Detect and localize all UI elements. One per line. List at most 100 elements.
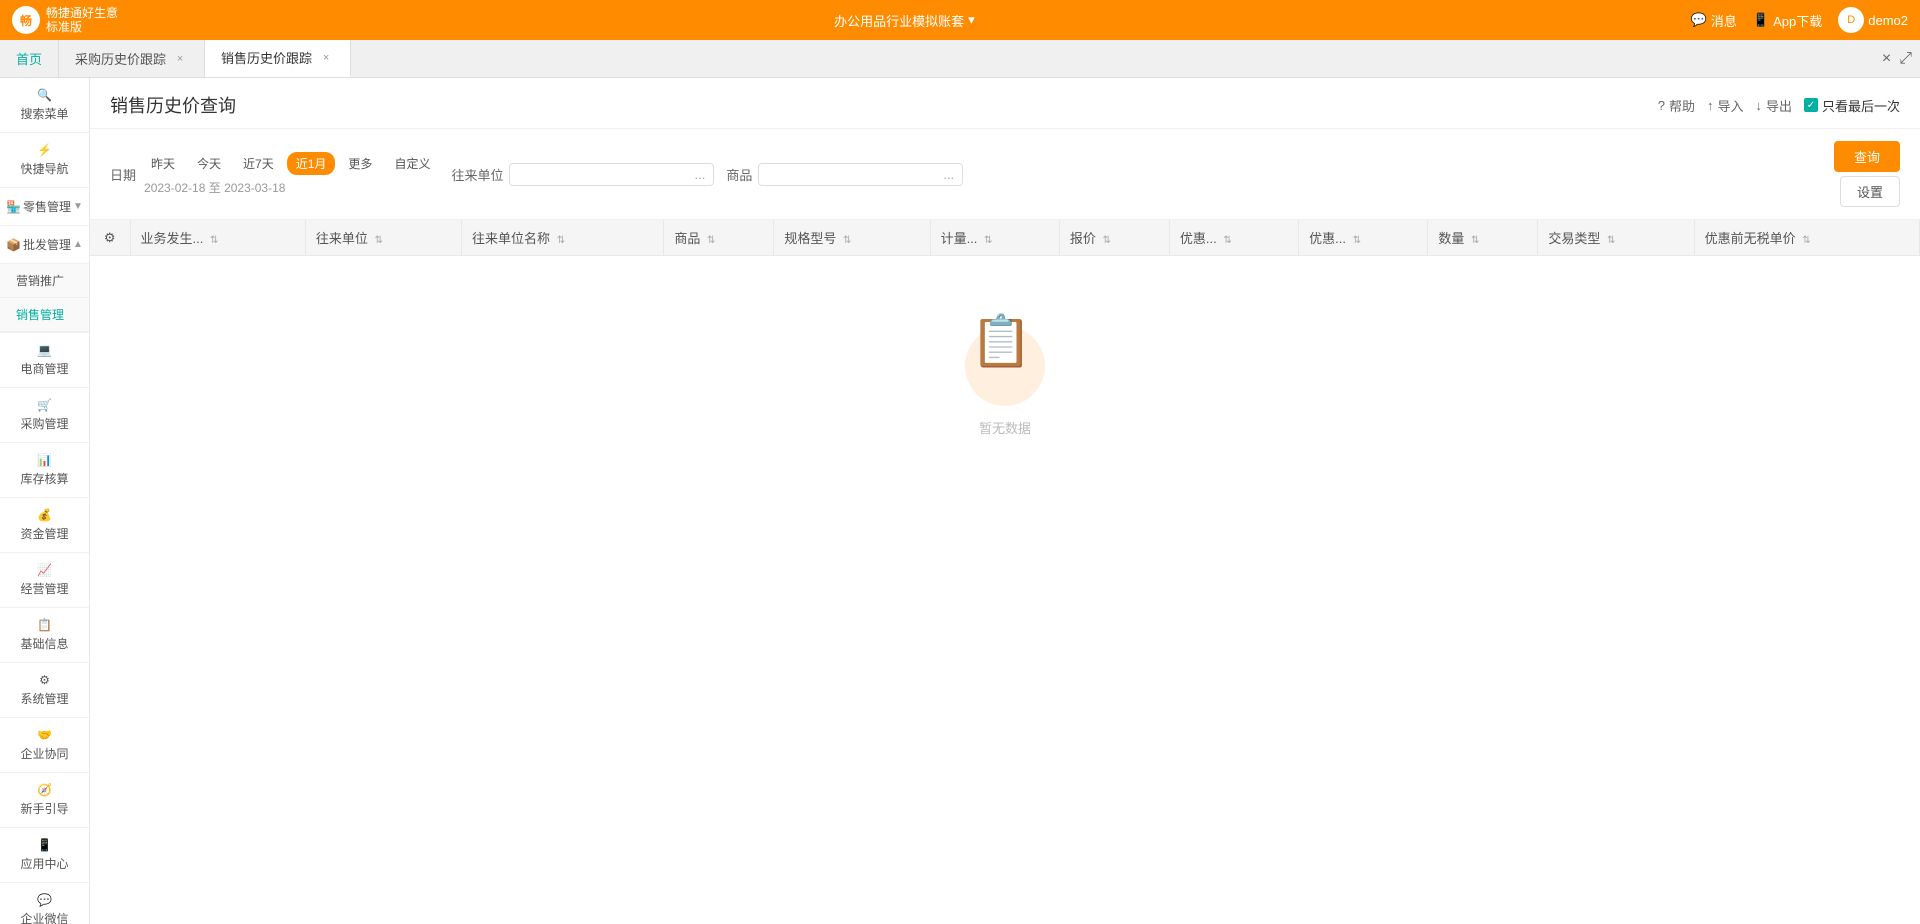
col-pre-tax-price[interactable]: 优惠前无税单价 ⇅ <box>1694 220 1919 256</box>
page-header: 销售历史价查询 ? 帮助 ↑ 导入 ↓ 导出 ✓ 只 <box>90 78 1920 129</box>
tab-sales-history-close[interactable]: × <box>318 50 334 66</box>
partner-dots-btn[interactable]: ... <box>694 167 705 182</box>
main-content: 销售历史价查询 ? 帮助 ↑ 导入 ↓ 导出 ✓ 只 <box>90 78 1920 924</box>
table-header-row: ⚙ 业务发生... ⇅ 往来单位 ⇅ 往来单位名称 <box>90 220 1920 256</box>
basic-icon: 📋 <box>37 618 52 632</box>
workspace-selector[interactable]: 办公用品行业模拟账套 ▾ <box>834 11 975 30</box>
ecommerce-icon: 💻 <box>37 343 52 357</box>
sort-biz-date-icon: ⇅ <box>210 235 218 246</box>
app-download-btn[interactable]: 📱 App下载 <box>1753 11 1822 30</box>
date-btn-7days[interactable]: 近7天 <box>234 152 283 175</box>
col-unit[interactable]: 计量... ⇅ <box>930 220 1059 256</box>
sidebar-item-shortcuts[interactable]: ⚡ 快捷导航 <box>0 133 89 188</box>
col-quantity[interactable]: 数量 ⇅ <box>1428 220 1538 256</box>
col-biz-date[interactable]: 业务发生... ⇅ <box>130 220 305 256</box>
col-trade-type[interactable]: 交易类型 ⇅ <box>1538 220 1694 256</box>
col-product[interactable]: 商品 ⇅ <box>664 220 774 256</box>
sort-discount1-icon: ⇅ <box>1223 235 1231 246</box>
sidebar-item-apps[interactable]: 📱 应用中心 <box>0 828 89 883</box>
col-partner-name[interactable]: 往来单位名称 ⇅ <box>462 220 664 256</box>
date-buttons: 昨天 今天 近7天 近1月 更多 自定义 <box>142 152 439 175</box>
wholesale-icon: 📦 <box>6 238 21 252</box>
query-button[interactable]: 查询 <box>1834 141 1900 172</box>
guide-icon: 🧭 <box>37 783 52 797</box>
only-last-checkbox-label[interactable]: ✓ 只看最后一次 <box>1804 96 1900 115</box>
empty-icon: 📋 <box>960 316 1050 406</box>
col-spec[interactable]: 规格型号 ⇅ <box>774 220 930 256</box>
col-discount1[interactable]: 优惠... ⇅ <box>1169 220 1298 256</box>
maximize-btn[interactable]: ⤢ <box>1899 50 1912 68</box>
gear-icon[interactable]: ⚙ <box>104 230 116 246</box>
message-icon: 💬 <box>1691 12 1707 28</box>
wholesale-arrow-icon: ▲ <box>73 239 83 250</box>
partner-label: 往来单位 <box>451 165 503 184</box>
empty-icon-main: 📋 <box>970 316 1032 366</box>
tab-purchase-history-close[interactable]: × <box>172 51 188 67</box>
tab-sales-history[interactable]: 销售历史价跟踪 × <box>205 40 351 77</box>
date-btn-custom[interactable]: 自定义 <box>385 152 439 175</box>
apps-icon: 📱 <box>37 838 52 852</box>
sidebar-item-system[interactable]: ⚙ 系统管理 <box>0 663 89 718</box>
product-filter-group: 商品 ... <box>726 163 963 186</box>
system-icon: ⚙ <box>39 673 50 687</box>
export-icon: ↓ <box>1755 98 1762 113</box>
chevron-down-icon: ▾ <box>968 12 975 28</box>
sidebar-item-finance[interactable]: 💰 资金管理 <box>0 498 89 553</box>
partner-input-wrap: ... <box>509 163 714 186</box>
message-btn[interactable]: 💬 消息 <box>1691 11 1737 30</box>
sidebar-item-operation[interactable]: 📈 经营管理 <box>0 553 89 608</box>
logo-icon: 畅 <box>12 6 40 34</box>
sidebar-sub-item-marketing[interactable]: 营销推广 <box>0 264 89 298</box>
sort-unit-icon: ⇅ <box>984 235 992 246</box>
user-menu[interactable]: D demo2 <box>1838 7 1908 33</box>
sidebar-item-inventory[interactable]: 📊 库存核算 <box>0 443 89 498</box>
shortcuts-icon: ⚡ <box>37 143 52 157</box>
help-btn[interactable]: ? 帮助 <box>1658 96 1695 115</box>
sort-trade-type-icon: ⇅ <box>1607 235 1615 246</box>
partner-input[interactable] <box>518 167 694 182</box>
product-label: 商品 <box>726 165 752 184</box>
sort-price-icon: ⇅ <box>1102 235 1110 246</box>
sidebar-item-search[interactable]: 🔍 搜索菜单 <box>0 78 89 133</box>
search-icon: 🔍 <box>37 88 52 102</box>
col-partner-code[interactable]: 往来单位 ⇅ <box>305 220 461 256</box>
date-btn-today[interactable]: 今天 <box>188 152 230 175</box>
topbar-center: 办公用品行业模拟账套 ▾ <box>834 11 975 30</box>
retail-icon: 🏪 <box>6 200 21 214</box>
sort-discount2-icon: ⇅ <box>1353 235 1361 246</box>
topbar: 畅 畅捷通好生意 标准版 办公用品行业模拟账套 ▾ 💬 消息 📱 App下载 D… <box>0 0 1920 40</box>
only-last-checkbox[interactable]: ✓ <box>1804 98 1818 112</box>
sidebar-item-ecommerce[interactable]: 💻 电商管理 <box>0 333 89 388</box>
sidebar-item-enterprise[interactable]: 🤝 企业协同 <box>0 718 89 773</box>
col-gear[interactable]: ⚙ <box>90 220 130 256</box>
tab-home[interactable]: 首页 <box>0 40 59 77</box>
setting-button[interactable]: 设置 <box>1840 176 1900 207</box>
sidebar-item-guide[interactable]: 🧭 新手引导 <box>0 773 89 828</box>
col-discount2[interactable]: 优惠... ⇅ <box>1299 220 1428 256</box>
date-btn-yesterday[interactable]: 昨天 <box>142 152 184 175</box>
sidebar-item-wechat[interactable]: 💬 企业微信 <box>0 883 89 924</box>
date-btn-1month[interactable]: 近1月 <box>287 152 336 175</box>
tab-purchase-history[interactable]: 采购历史价跟踪 × <box>59 40 205 77</box>
app-body: 🔍 搜索菜单 ⚡ 快捷导航 🏪 零售管理 ▼ 📦 批发管理 ▲ 营销推广 <box>0 78 1920 924</box>
date-btn-more[interactable]: 更多 <box>339 152 381 175</box>
product-input[interactable] <box>767 167 943 182</box>
sidebar-sub-item-sales-mgmt[interactable]: 销售管理 <box>0 298 89 332</box>
sidebar-item-purchase[interactable]: 🛒 采购管理 <box>0 388 89 443</box>
topbar-right: 💬 消息 📱 App下载 D demo2 <box>1691 7 1908 33</box>
empty-state: 📋 暂无数据 <box>90 256 1920 497</box>
close-all-tabs-btn[interactable]: × <box>1882 50 1891 68</box>
sidebar-item-retail[interactable]: 🏪 零售管理 ▼ <box>0 188 89 226</box>
sidebar-item-wholesale[interactable]: 📦 批发管理 ▲ <box>0 226 89 264</box>
sidebar-item-basic[interactable]: 📋 基础信息 <box>0 608 89 663</box>
product-dots-btn[interactable]: ... <box>943 167 954 182</box>
sidebar: 🔍 搜索菜单 ⚡ 快捷导航 🏪 零售管理 ▼ 📦 批发管理 ▲ 营销推广 <box>0 78 90 924</box>
import-btn[interactable]: ↑ 导入 <box>1707 96 1744 115</box>
export-btn[interactable]: ↓ 导出 <box>1755 96 1792 115</box>
empty-text: 暂无数据 <box>979 418 1031 437</box>
avatar: D <box>1838 7 1864 33</box>
col-price[interactable]: 报价 ⇅ <box>1059 220 1169 256</box>
tabbar-actions: × ⤢ <box>1874 40 1920 77</box>
sort-partner-name-icon: ⇅ <box>557 235 565 246</box>
date-options-row: 昨天 今天 近7天 近1月 更多 自定义 2023-02-18 至 2023-0… <box>142 152 439 196</box>
